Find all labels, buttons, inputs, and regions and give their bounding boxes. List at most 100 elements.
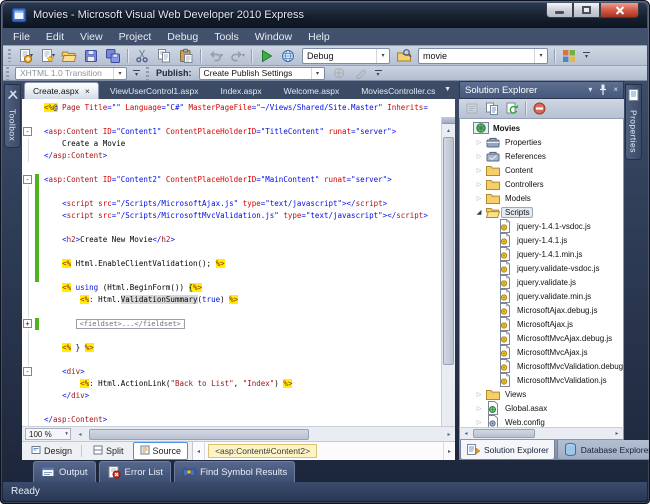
publish-settings-button[interactable] [350, 67, 372, 80]
tree-item-content[interactable]: ▷Content [460, 163, 623, 177]
menu-help[interactable]: Help [300, 29, 338, 45]
menu-debug[interactable]: Debug [159, 29, 206, 45]
tree-item-microsoftmvcajax-js[interactable]: MicrosoftMvcAjax.js [460, 345, 623, 359]
tree-collapsed-icon[interactable]: ▷ [474, 181, 484, 188]
dropdown-arrow-icon[interactable]: ▾ [534, 49, 547, 63]
code-line[interactable]: </div> [22, 390, 441, 402]
code-line[interactable] [22, 186, 441, 198]
code-line[interactable]: <% } %> [22, 342, 441, 354]
paste-button[interactable] [175, 47, 197, 65]
tag-navigator-current-tag[interactable]: <asp:Content#Content2> [208, 444, 317, 458]
new-project-button[interactable]: ▾ [14, 47, 36, 65]
properties-page-button[interactable] [462, 100, 482, 117]
code-line[interactable] [22, 306, 441, 318]
code-line[interactable] [22, 402, 441, 414]
save-all-button[interactable] [102, 47, 124, 65]
toolbar-overflow-button[interactable]: ▾ [583, 52, 590, 59]
menu-file[interactable]: File [5, 29, 38, 45]
tree-item-jquery-validate-vsdoc-js[interactable]: jquery.validate-vsdoc.js [460, 261, 623, 275]
tree-item-jquery-validate-min-js[interactable]: jquery.validate.min.js [460, 289, 623, 303]
tool-tab-error-list[interactable]: Error List [99, 461, 172, 482]
tree-collapsed-icon[interactable]: ▷ [474, 167, 484, 174]
tree-collapsed-icon[interactable]: ▷ [474, 153, 484, 160]
tree-collapsed-icon[interactable]: ▷ [474, 405, 484, 412]
tab-close-icon[interactable]: × [85, 86, 90, 96]
tree-item-microsoftajax-js[interactable]: MicrosoftAjax.js [460, 317, 623, 331]
tree-item-references[interactable]: ▷References [460, 149, 623, 163]
solution-configurations-combo[interactable]: Debug▾ [302, 48, 390, 64]
code-line[interactable]: -<asp:Content ID="Content2" ContentPlace… [22, 174, 441, 186]
tool-tab-find-symbol-results[interactable]: Find Symbol Results [174, 461, 295, 482]
code-line[interactable]: <script src="/Scripts/MicrosoftAjax.js" … [22, 198, 441, 210]
horizontal-scroll-thumb[interactable] [89, 429, 309, 440]
title-bar[interactable]: Movies - Microsoft Visual Web Developer … [3, 3, 647, 28]
publish-button[interactable] [328, 67, 350, 80]
code-line[interactable]: <% using (Html.BeginForm()) {%> [22, 282, 441, 294]
document-tab-create-aspx[interactable]: Create.aspx× [24, 82, 99, 99]
se-scroll-thumb[interactable] [473, 429, 535, 438]
minimize-button[interactable] [546, 3, 573, 18]
se-scroll-left-icon[interactable]: ◂ [460, 430, 472, 437]
collapse-region-icon[interactable]: - [23, 367, 32, 376]
horizontal-scrollbar[interactable] [87, 429, 442, 440]
vertical-scrollbar[interactable]: ▴ ▾ [441, 117, 455, 444]
tree-item-microsoftajax-debug-js[interactable]: MicrosoftAjax.debug.js [460, 303, 623, 317]
menu-project[interactable]: Project [111, 29, 160, 45]
dropdown-arrow-icon[interactable]: ▾ [311, 68, 324, 79]
tag-navigator-forward-icon[interactable]: ▸ [443, 442, 455, 460]
tree-item-jquery-1-4-1-js[interactable]: jquery-1.4.1.js [460, 233, 623, 247]
code-line[interactable]: <script src="/Scripts/MicrosoftMvcValida… [22, 210, 441, 222]
scroll-up-icon[interactable]: ▴ [442, 124, 455, 136]
aspnet-configuration-button[interactable] [529, 100, 549, 117]
tree-collapsed-icon[interactable]: ▷ [474, 139, 484, 146]
tree-item-controllers[interactable]: ▷Controllers [460, 177, 623, 191]
close-button[interactable] [600, 3, 639, 18]
menu-view[interactable]: View [72, 29, 111, 45]
tree-item-views[interactable]: ▷Views [460, 387, 623, 401]
tree-item-microsoftmvcvalidation-js[interactable]: MicrosoftMvcValidation.js [460, 373, 623, 387]
tree-item-global-asax[interactable]: ▷Global.asax [460, 401, 623, 415]
properties-tab[interactable]: Properties [625, 84, 642, 160]
code-line[interactable]: <%: Html.ValidationSummary(true) %> [22, 294, 441, 306]
toolbox-tab[interactable]: Toolbox [4, 84, 21, 148]
redo-button[interactable]: ▾ [226, 47, 248, 65]
code-line[interactable]: + <fieldset>...</fieldset> [22, 318, 441, 330]
browse-with-button[interactable] [277, 47, 299, 65]
auto-hide-pin-icon[interactable] [596, 83, 609, 98]
tree-expanded-icon[interactable]: ◢ [474, 208, 484, 216]
tree-item-jquery-validate-js[interactable]: jquery.validate.js [460, 275, 623, 289]
code-line[interactable]: <%@ Page Title="" Language="C#" MasterPa… [22, 102, 441, 114]
design-view-button[interactable]: Design [24, 442, 79, 460]
scroll-right-icon[interactable]: ▸ [443, 431, 455, 438]
document-tab-viewusercontrol1-aspx[interactable]: ViewUserControl1.aspx [99, 83, 210, 99]
find-in-files-button[interactable] [393, 47, 415, 65]
scrollbar-splitter-handle[interactable] [442, 117, 455, 124]
code-line[interactable] [22, 246, 441, 258]
scroll-left-icon[interactable]: ◂ [74, 431, 86, 438]
toolbar-overflow-button[interactable]: ▾ [133, 70, 140, 77]
extension-manager-button[interactable] [558, 47, 580, 65]
panel-tab-solution-explorer[interactable]: Solution Explorer [460, 440, 555, 460]
dropdown-arrow-icon[interactable]: ▾ [376, 49, 389, 63]
code-line[interactable] [22, 354, 441, 366]
collapse-region-icon[interactable]: - [23, 127, 32, 136]
refresh-button[interactable] [502, 100, 522, 117]
tree-item-microsoftmvcvalidation-debug-js[interactable]: MicrosoftMvcValidation.debug.js [460, 359, 623, 373]
tree-item-web-config[interactable]: ▷Web.config [460, 415, 623, 427]
find-combo[interactable]: movie▾ [418, 48, 548, 64]
code-editor[interactable]: <%@ Page Title="" Language="C#" MasterPa… [22, 99, 455, 426]
code-line[interactable]: <%: Html.ActionLink("Back to List", "Ind… [22, 378, 441, 390]
dropdown-arrow-icon[interactable]: ▾ [220, 52, 223, 59]
tree-item-models[interactable]: ▷Models [460, 191, 623, 205]
close-panel-icon[interactable]: × [613, 86, 618, 94]
tool-tab-output[interactable]: Output [33, 461, 96, 482]
dropdown-arrow-icon[interactable]: ▾ [113, 68, 126, 79]
menu-window[interactable]: Window [247, 29, 300, 45]
copy-button[interactable] [153, 47, 175, 65]
code-line[interactable]: </asp:Content> [22, 150, 441, 162]
cut-button[interactable] [131, 47, 153, 65]
split-view-button[interactable]: Split [86, 442, 131, 460]
tree-item-jquery-1-4-1-min-js[interactable]: jquery-1.4.1.min.js [460, 247, 623, 261]
code-line[interactable]: -<asp:Content ID="Content1" ContentPlace… [22, 126, 441, 138]
code-line[interactable]: - <div> [22, 366, 441, 378]
